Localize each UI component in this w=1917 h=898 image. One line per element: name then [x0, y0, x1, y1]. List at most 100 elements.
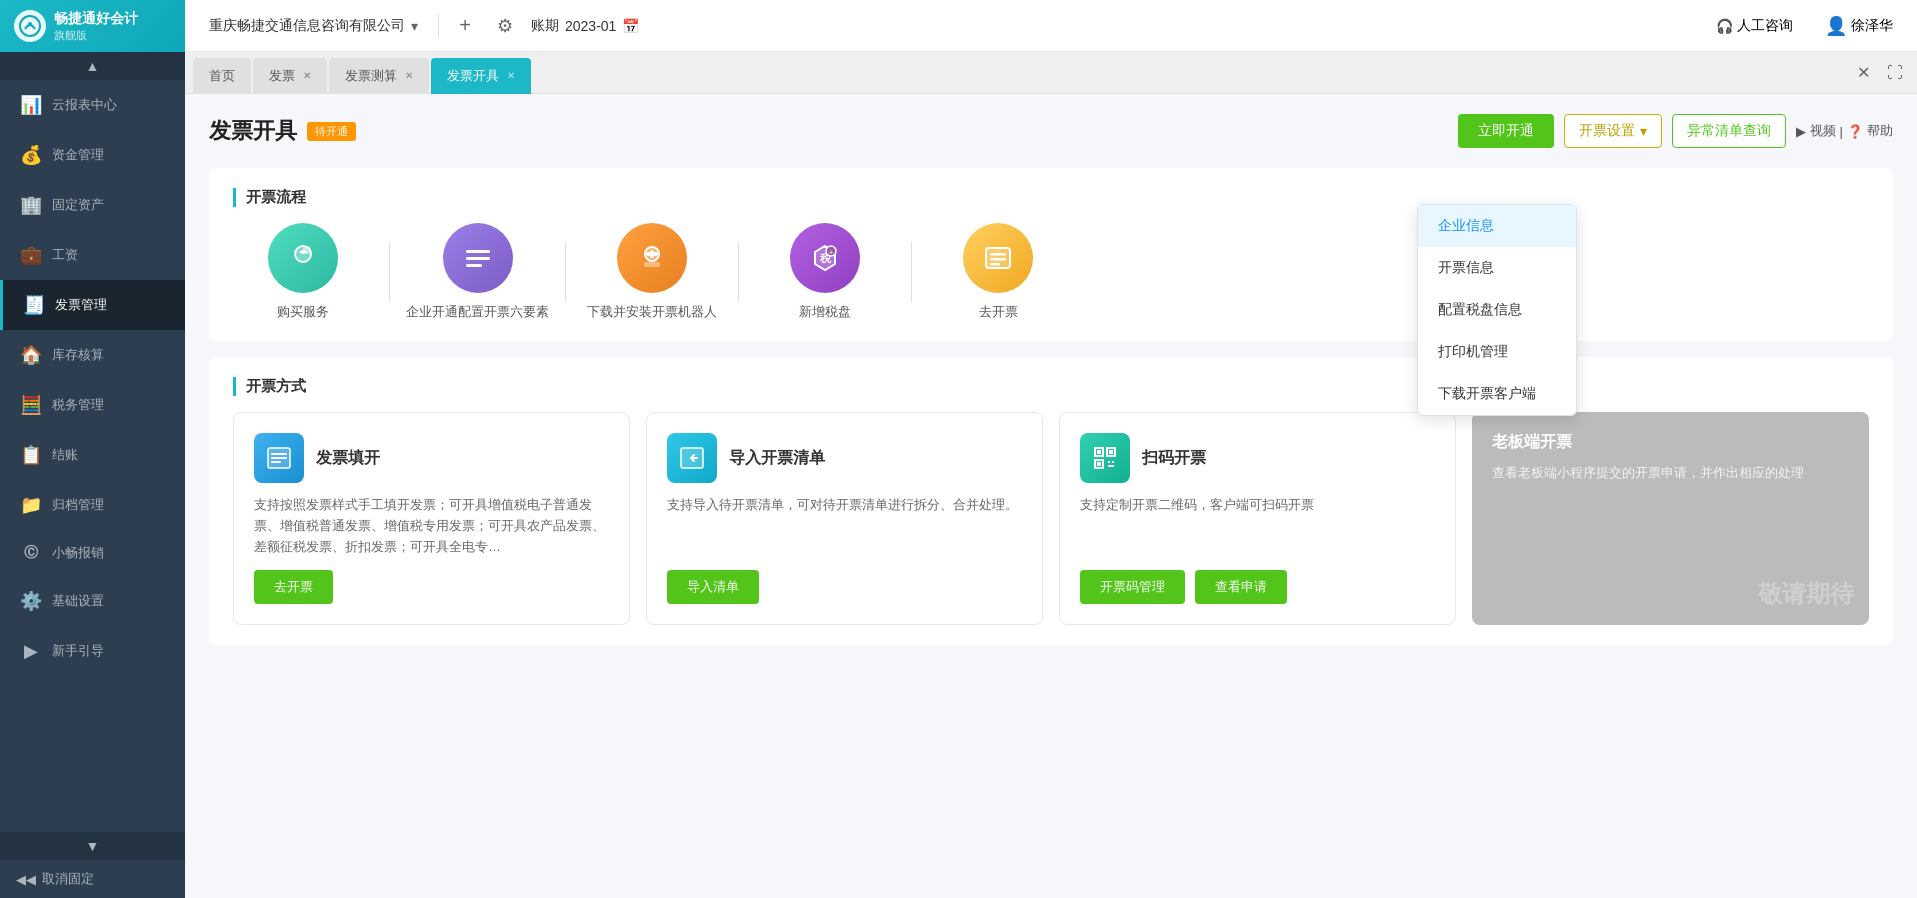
tab-invoice-close[interactable]: ✕: [303, 70, 311, 81]
dropdown-item-company[interactable]: 企业信息: [1418, 205, 1576, 247]
sidebar-label-cloud-report: 云报表中心: [52, 96, 117, 114]
svg-rect-7: [466, 264, 482, 267]
step3-label: 下载并安装开票机器人: [587, 303, 717, 321]
fill-invoice-button[interactable]: 去开票: [254, 570, 333, 604]
method-import-desc: 支持导入待开票清单，可对待开票清单进行拆分、合并处理。: [667, 495, 1022, 557]
logo-text-area: 畅捷通好会计 旗舰版: [54, 10, 138, 43]
svg-text:+: +: [829, 248, 834, 257]
process-flow: + 购买服务: [233, 223, 1869, 321]
sidebar-item-fixed-asset[interactable]: 🏢 固定资产: [0, 180, 185, 230]
settings-icon[interactable]: ⚙: [491, 12, 519, 40]
settings-dropdown-menu: 企业信息 开票信息 配置税盘信息 打印机管理 下载开票客户端: [1417, 204, 1577, 416]
svg-point-1: [28, 22, 32, 26]
sidebar-item-archive[interactable]: 📁 归档管理: [0, 480, 185, 530]
method-fill-desc: 支持按照发票样式手工填开发票；可开具增值税电子普通发票、增值税普通发票、增值税专…: [254, 495, 609, 557]
chart-icon: 📊: [20, 94, 42, 116]
tab-invoice-calc-close[interactable]: ✕: [405, 70, 413, 81]
invoice-methods-section: 开票方式: [209, 357, 1893, 644]
tab-invoice-issue-close[interactable]: ✕: [507, 70, 515, 81]
video-help-area[interactable]: ▶ 视频 | ❓ 帮助: [1796, 122, 1893, 140]
process-section: 开票流程 + 购买: [209, 168, 1893, 341]
period-selector[interactable]: 账期 2023-01 📅: [531, 17, 639, 35]
company-selector[interactable]: 重庆畅捷交通信息咨询有限公司 ▾: [201, 13, 426, 39]
sidebar-label-guide: 新手引导: [52, 642, 104, 660]
chevron-down-icon: ▾: [411, 18, 418, 34]
step-connector-1: [389, 242, 390, 302]
sidebar-scroll-down[interactable]: ▼: [0, 832, 185, 860]
svg-rect-17: [990, 258, 1006, 261]
tab-invoice-calc[interactable]: 发票测算 ✕: [329, 58, 429, 94]
sidebar-item-inventory[interactable]: 🏠 库存核算: [0, 330, 185, 380]
sidebar-item-guide[interactable]: ▶ 新手引导: [0, 626, 185, 676]
method-card-scan: 扫码开票 支持定制开票二维码，客户端可扫码开票 开票码管理 查看申请: [1059, 412, 1456, 624]
methods-title: 开票方式: [233, 377, 1869, 396]
invoice-icon: 🧾: [23, 294, 45, 316]
close-window-btn[interactable]: ✕: [1849, 59, 1877, 87]
tax-icon: 🧮: [20, 394, 42, 416]
help-label: 帮助: [1867, 122, 1893, 140]
user-area[interactable]: 👤 徐泽华: [1817, 11, 1901, 41]
logo-subtitle: 旗舰版: [54, 28, 138, 43]
sidebar-cancel-pin[interactable]: ◀◀ 取消固定: [0, 860, 185, 898]
svg-rect-5: [466, 250, 490, 253]
user-name: 徐泽华: [1851, 17, 1893, 35]
view-apply-button[interactable]: 查看申请: [1195, 570, 1287, 604]
company-name: 重庆畅捷交通信息咨询有限公司: [209, 17, 405, 35]
tab-home-label: 首页: [209, 67, 235, 85]
step4-icon: 税 +: [790, 223, 860, 293]
dropdown-item-printer[interactable]: 打印机管理: [1418, 331, 1576, 373]
sidebar-item-fund[interactable]: 💰 资金管理: [0, 130, 185, 180]
sidebar-item-cloud-report[interactable]: 📊 云报表中心: [0, 80, 185, 130]
svg-rect-20: [271, 453, 287, 455]
exception-button[interactable]: 异常清单查询: [1672, 114, 1786, 148]
tab-bar: 首页 发票 ✕ 发票测算 ✕ 发票开具 ✕ ✕ ⛶: [185, 52, 1917, 94]
step1-label: 购买服务: [277, 303, 329, 321]
sidebar-item-report[interactable]: Ⓒ 小畅报销: [0, 530, 185, 576]
sidebar-item-salary[interactable]: 💼 工资: [0, 230, 185, 280]
dropdown-item-download-client[interactable]: 下载开票客户端: [1418, 373, 1576, 415]
dropdown-item-invoice-info[interactable]: 开票信息: [1418, 247, 1576, 289]
sidebar-label-invoice: 发票管理: [55, 296, 107, 314]
sidebar-item-settings[interactable]: ⚙️ 基础设置: [0, 576, 185, 626]
tab-home[interactable]: 首页: [193, 58, 251, 94]
sidebar-label-salary: 工资: [52, 246, 78, 264]
sidebar-item-invoice[interactable]: 🧾 发票管理: [0, 280, 185, 330]
headset-icon: 🎧: [1716, 18, 1733, 34]
step2-label: 企业开通配置开票六要素: [406, 303, 549, 321]
method-card-boss: 老板端开票 查看老板端小程序提交的开票申请，并作出相应的处理 敬请期待: [1472, 412, 1869, 624]
import-invoice-button[interactable]: 导入清单: [667, 570, 759, 604]
settings-button[interactable]: 开票设置 ▾: [1564, 114, 1662, 148]
activate-button[interactable]: 立即开通: [1458, 114, 1554, 148]
step2-icon: [443, 223, 513, 293]
add-button[interactable]: +: [451, 12, 479, 40]
qr-manage-button[interactable]: 开票码管理: [1080, 570, 1185, 604]
method-scan-desc: 支持定制开票二维码，客户端可扫码开票: [1080, 495, 1435, 557]
divider: [438, 14, 439, 38]
boss-card-desc: 查看老板端小程序提交的开票申请，并作出相应的处理: [1492, 463, 1849, 484]
dropdown-arrow-icon: ▾: [1640, 123, 1647, 139]
cancel-label: 取消固定: [42, 870, 94, 888]
tab-invoice-calc-label: 发票测算: [345, 67, 397, 85]
tab-invoice-issue[interactable]: 发票开具 ✕: [431, 58, 531, 94]
step1-icon: +: [268, 223, 338, 293]
dropdown-item-tax-disk[interactable]: 配置税盘信息: [1418, 289, 1576, 331]
method-import-header: 导入开票清单: [667, 433, 1022, 483]
archive-icon: 📁: [20, 494, 42, 516]
step-connector-3: [738, 242, 739, 302]
scan-buttons: 开票码管理 查看申请: [1080, 570, 1435, 604]
consult-button[interactable]: 🎧 人工咨询: [1708, 13, 1801, 39]
svg-rect-10: [650, 250, 654, 258]
sidebar-item-account[interactable]: 📋 结账: [0, 430, 185, 480]
sidebar-label-inventory: 库存核算: [52, 346, 104, 364]
exception-btn-label: 异常清单查询: [1687, 122, 1771, 140]
sidebar-scroll-up[interactable]: ▲: [0, 52, 185, 80]
page-header: 发票开具 待开通 立即开通 开票设置 ▾ 异常清单查询: [209, 114, 1893, 148]
sidebar-label-fund: 资金管理: [52, 146, 104, 164]
tab-invoice[interactable]: 发票 ✕: [253, 58, 327, 94]
maximize-window-btn[interactable]: ⛶: [1881, 59, 1909, 87]
salary-icon: 💼: [20, 244, 42, 266]
sidebar-item-tax[interactable]: 🧮 税务管理: [0, 380, 185, 430]
settings-btn-label: 开票设置: [1579, 122, 1635, 140]
page-title: 发票开具: [209, 116, 297, 146]
step4-label: 新增税盘: [799, 303, 851, 321]
